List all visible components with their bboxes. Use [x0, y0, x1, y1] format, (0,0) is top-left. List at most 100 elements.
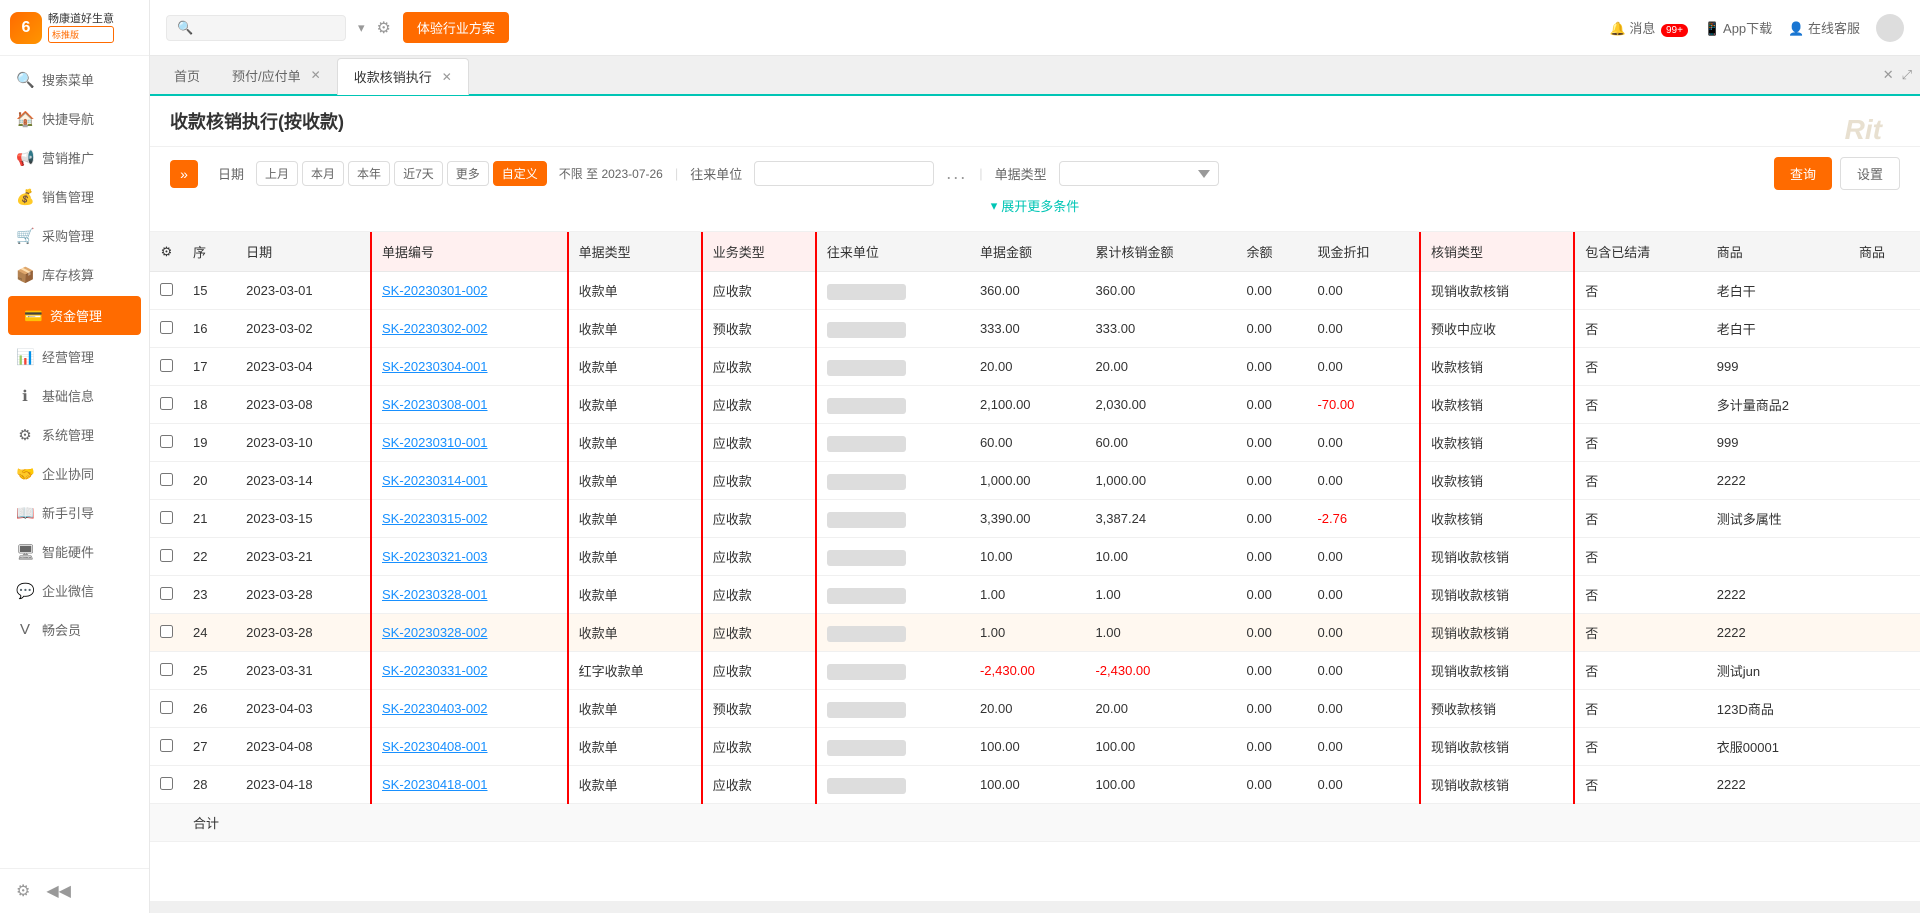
sidebar-item-operations[interactable]: 📊经营管理 — [0, 337, 149, 376]
cell-checkbox[interactable] — [150, 728, 183, 766]
cell-checkbox[interactable] — [150, 538, 183, 576]
billno-link[interactable]: SK-20230331-002 — [382, 663, 488, 678]
billno-link[interactable]: SK-20230408-001 — [382, 739, 488, 754]
billno-link[interactable]: SK-20230328-001 — [382, 587, 488, 602]
billno-link[interactable]: SK-20230315-002 — [382, 511, 488, 526]
collapse-icon[interactable]: ◀◀ — [46, 881, 71, 901]
sidebar-item-finance[interactable]: 💳资金管理 — [8, 296, 141, 335]
date-btn-更多[interactable]: 更多 — [447, 161, 489, 186]
bill-type-select[interactable] — [1059, 161, 1219, 186]
cell-billno: SK-20230308-001 — [371, 386, 568, 424]
expand-icon[interactable]: ⤢ — [1902, 67, 1912, 83]
sidebar-item-hardware[interactable]: 🖥智能硬件 — [0, 532, 149, 571]
tab-home[interactable]: 首页 — [158, 58, 216, 93]
sidebar-item-member[interactable]: V畅会员 — [0, 610, 149, 649]
date-btn-上月[interactable]: 上月 — [256, 161, 298, 186]
sidebar-item-system[interactable]: ⚙系统管理 — [0, 415, 149, 454]
horizontal-scrollbar[interactable] — [150, 901, 1920, 913]
sidebar-item-quicknav[interactable]: 🏠快捷导航 — [0, 99, 149, 138]
billno-link[interactable]: SK-20230403-002 — [382, 701, 488, 716]
col-header-goods1: 商品 — [1707, 232, 1849, 272]
cell-goods1: 测试多属性 — [1707, 500, 1849, 538]
search-box[interactable]: 🔍 — [166, 15, 346, 41]
nav-icon-marketing: 📢 — [16, 149, 34, 167]
cell-cash-discount: 0.00 — [1307, 348, 1420, 386]
billno-link[interactable]: SK-20230418-001 — [382, 777, 488, 792]
cell-date: 2023-03-14 — [236, 462, 371, 500]
date-btn-近7天[interactable]: 近7天 — [394, 161, 443, 186]
cell-balance: 0.00 — [1237, 310, 1308, 348]
cell-checkbox[interactable] — [150, 500, 183, 538]
sidebar-item-sales[interactable]: 💰销售管理 — [0, 177, 149, 216]
cell-date: 2023-03-04 — [236, 348, 371, 386]
col-header-amount: 单据金额 — [970, 232, 1086, 272]
cell-goods1 — [1707, 538, 1849, 576]
billno-link[interactable]: SK-20230314-001 — [382, 473, 488, 488]
sidebar-item-base[interactable]: ℹ基础信息 — [0, 376, 149, 415]
tab-prepay[interactable]: 预付/应付单✕ — [216, 58, 337, 93]
online-service-label[interactable]: 👤 在线客服 — [1788, 18, 1860, 37]
tab-receipts[interactable]: 收款核销执行✕ — [337, 58, 469, 95]
nav-label-search: 搜索菜单 — [42, 70, 94, 89]
col-header-billtype: 单据类型 — [568, 232, 702, 272]
cell-partner: ░░░░░ — [816, 348, 970, 386]
cell-checkbox[interactable] — [150, 652, 183, 690]
tab-close-prepay[interactable]: ✕ — [311, 68, 321, 82]
filter-expand-button[interactable]: » — [170, 160, 198, 188]
expand-more-conditions[interactable]: ▾ 展开更多条件 — [170, 190, 1900, 221]
billno-link[interactable]: SK-20230328-002 — [382, 625, 488, 640]
cell-checkbox[interactable] — [150, 766, 183, 804]
close-tab-icon[interactable]: ✕ — [1883, 67, 1894, 83]
settings-icon[interactable]: ⚙ — [16, 881, 30, 901]
cell-writeoff-total: 360.00 — [1085, 272, 1236, 310]
cell-checkbox[interactable] — [150, 348, 183, 386]
billno-link[interactable]: SK-20230308-001 — [382, 397, 488, 412]
cell-checkbox[interactable] — [150, 424, 183, 462]
date-btn-本月[interactable]: 本月 — [302, 161, 344, 186]
billno-link[interactable]: SK-20230304-001 — [382, 359, 488, 374]
cell-checkbox[interactable] — [150, 614, 183, 652]
sidebar-item-enterprise[interactable]: 🤝企业协同 — [0, 454, 149, 493]
sidebar-item-search[interactable]: 🔍搜索菜单 — [0, 60, 149, 99]
sidebar-item-purchase[interactable]: 🛒采购管理 — [0, 216, 149, 255]
app-download-label[interactable]: 📱 App下载 — [1704, 18, 1772, 37]
billno-link[interactable]: SK-20230321-003 — [382, 549, 488, 564]
date-btn-本年[interactable]: 本年 — [348, 161, 390, 186]
sidebar-item-marketing[interactable]: 📢营销推广 — [0, 138, 149, 177]
more-dots: ... — [946, 163, 967, 184]
cell-include-settled: 否 — [1574, 462, 1707, 500]
cell-include-settled: 否 — [1574, 500, 1707, 538]
billno-link[interactable]: SK-20230302-002 — [382, 321, 488, 336]
cell-amount: 360.00 — [970, 272, 1086, 310]
cell-checkbox[interactable] — [150, 386, 183, 424]
tab-close-receipts[interactable]: ✕ — [442, 70, 452, 84]
date-btn-custom[interactable]: 自定义 — [493, 161, 547, 186]
col-header-cash-discount: 现金折扣 — [1307, 232, 1420, 272]
cell-checkbox[interactable] — [150, 462, 183, 500]
cell-date: 2023-03-02 — [236, 310, 371, 348]
user-avatar[interactable] — [1876, 14, 1904, 42]
sidebar-item-guide[interactable]: 📖新手引导 — [0, 493, 149, 532]
table-row: 17 2023-03-04 SK-20230304-001 收款单 应收款 ░░… — [150, 348, 1920, 386]
partner-filter-label: 往来单位 — [690, 164, 742, 183]
gear-icon[interactable]: ⚙ — [377, 18, 391, 38]
cell-include-settled: 否 — [1574, 424, 1707, 462]
nav-label-quicknav: 快捷导航 — [42, 109, 94, 128]
cell-amount: 20.00 — [970, 690, 1086, 728]
cell-no: 23 — [183, 576, 236, 614]
sidebar-item-inventory[interactable]: 📦库存核算 — [0, 255, 149, 294]
cell-goods1: 2222 — [1707, 576, 1849, 614]
industry-solution-button[interactable]: 体验行业方案 — [403, 12, 509, 43]
sidebar-item-wechat[interactable]: 💬企业微信 — [0, 571, 149, 610]
cell-partner: ░░░░░ — [816, 652, 970, 690]
query-button[interactable]: 查询 — [1774, 157, 1832, 190]
billno-link[interactable]: SK-20230301-002 — [382, 283, 488, 298]
partner-filter-input[interactable] — [754, 161, 934, 186]
cell-checkbox[interactable] — [150, 272, 183, 310]
cell-checkbox[interactable] — [150, 576, 183, 614]
cell-checkbox[interactable] — [150, 310, 183, 348]
billno-link[interactable]: SK-20230310-001 — [382, 435, 488, 450]
settings-button[interactable]: 设置 — [1840, 157, 1900, 190]
col-header-settings[interactable]: ⚙ — [150, 232, 183, 272]
cell-checkbox[interactable] — [150, 690, 183, 728]
